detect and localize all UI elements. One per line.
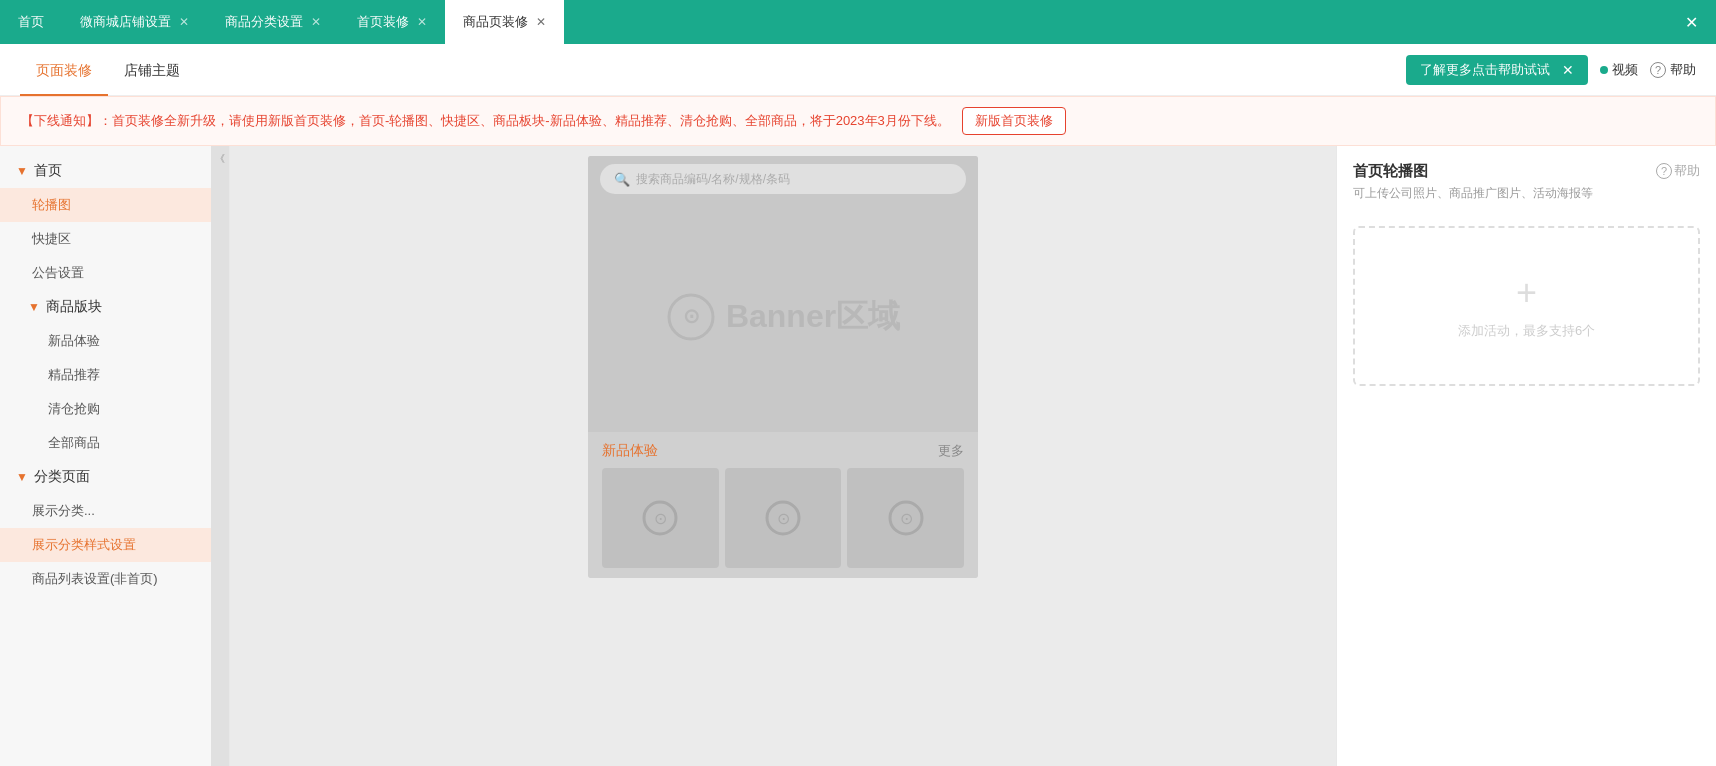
close-product-decor[interactable]: ✕ [536,15,546,29]
sidebar-item-featured[interactable]: 精品推荐 [0,358,213,392]
help-question-icon: ? [1656,163,1672,179]
banner-logo: ⊙ Banner区域 [666,292,900,342]
arrow-down-icon: ▼ [16,164,28,178]
help-banner[interactable]: 了解更多点击帮助试试 ✕ [1406,55,1588,85]
right-panel-subtitle: 可上传公司照片、商品推广图片、活动海报等 [1353,185,1593,202]
upload-hint: 添加活动，最多支持6个 [1458,322,1595,340]
phone-product-grid: ⊙ ⊙ ⊙ [602,468,964,568]
phone-product-item-3: ⊙ [847,468,964,568]
sidebar-section-home[interactable]: ▼ 首页 [0,154,213,188]
search-icon: 🔍 [614,172,630,187]
sidebar-item-all-products[interactable]: 全部商品 [0,426,213,460]
right-panel-help[interactable]: ? 帮助 [1656,162,1700,180]
tab-product-decor[interactable]: 商品页装修 ✕ [445,0,564,44]
help-link[interactable]: ? 帮助 [1650,61,1696,79]
notice-text: 【下线通知】：首页装修全新升级，请使用新版首页装修，首页-轮播图、快捷区、商品板… [21,112,950,130]
arrow-down-icon-3: ▼ [16,470,28,484]
tab-home[interactable]: 首页 [0,0,62,44]
sidebar-section-product-block[interactable]: ▼ 商品版块 [0,290,213,324]
sidebar-item-banner[interactable]: 轮播图 [0,188,213,222]
main-layout: ▼ 首页 轮播图 快捷区 公告设置 ▼ 商品版块 新品体验 精品推荐 [0,146,1716,766]
right-panel-title: 首页轮播图 [1353,162,1593,181]
phone-search-bar: 🔍 搜索商品编码/名称/规格/条码 [588,156,978,202]
banner-icon: ⊙ [666,292,716,342]
phone-section-header: 新品体验 更多 [602,442,964,460]
sidebar-item-product-list-settings[interactable]: 商品列表设置(非首页) [0,562,213,596]
notice-bar: 【下线通知】：首页装修全新升级，请使用新版首页装修，首页-轮播图、快捷区、商品板… [0,96,1716,146]
sidebar-item-clearance[interactable]: 清仓抢购 [0,392,213,426]
right-panel: 首页轮播图 可上传公司照片、商品推广图片、活动海报等 ? 帮助 + 添加活动，最… [1336,146,1716,766]
sidebar-collapse-button[interactable]: 《 [211,146,229,766]
phone-section-more: 更多 [938,442,964,460]
phone-product-section: 新品体验 更多 ⊙ ⊙ ⊙ [588,432,978,578]
phone-section-title: 新品体验 [602,442,658,460]
left-sidebar: ▼ 首页 轮播图 快捷区 公告设置 ▼ 商品版块 新品体验 精品推荐 [0,146,230,766]
sidebar-item-category-style[interactable]: 展示分类样式设置 [0,528,213,562]
sidebar-item-notice[interactable]: 公告设置 [0,256,213,290]
banner-text: Banner区域 [726,295,900,339]
collapse-icon: 《 [215,152,225,166]
question-icon: ? [1650,62,1666,78]
phone-search-input[interactable]: 🔍 搜索商品编码/名称/规格/条码 [600,164,966,194]
close-store-settings[interactable]: ✕ [179,15,189,29]
phone-frame: 🔍 搜索商品编码/名称/规格/条码 ⊙ Banner区域 [588,156,978,578]
svg-text:⊙: ⊙ [777,510,790,527]
svg-text:⊙: ⊙ [899,510,912,527]
top-nav: 首页 微商城店铺设置 ✕ 商品分类设置 ✕ 首页装修 ✕ 商品页装修 ✕ ✕ [0,0,1716,44]
sidebar-item-show-category[interactable]: 展示分类... [0,494,213,528]
help-banner-text: 了解更多点击帮助试试 [1420,61,1550,79]
tab-store-theme[interactable]: 店铺主题 [108,44,196,96]
sidebar-item-shortcut[interactable]: 快捷区 [0,222,213,256]
center-preview: 🔍 搜索商品编码/名称/规格/条码 ⊙ Banner区域 [230,146,1336,766]
global-close-button[interactable]: ✕ [1667,13,1716,32]
tab-category-settings[interactable]: 商品分类设置 ✕ [207,0,339,44]
close-home-decor[interactable]: ✕ [417,15,427,29]
arrow-down-icon-2: ▼ [28,300,40,314]
video-link[interactable]: 视频 [1600,61,1638,79]
tab-store-settings[interactable]: 微商城店铺设置 ✕ [62,0,207,44]
tab-home-decor[interactable]: 首页装修 ✕ [339,0,445,44]
video-dot-icon [1600,66,1608,74]
phone-product-item-2: ⊙ [725,468,842,568]
plus-icon: + [1516,272,1537,314]
svg-text:⊙: ⊙ [654,510,667,527]
close-category-settings[interactable]: ✕ [311,15,321,29]
svg-text:⊙: ⊙ [682,305,699,327]
sub-header-right: 了解更多点击帮助试试 ✕ 视频 ? 帮助 [1406,55,1696,85]
sub-header: 页面装修 店铺主题 了解更多点击帮助试试 ✕ 视频 ? 帮助 [0,44,1716,96]
tab-page-decor[interactable]: 页面装修 [20,44,108,96]
sidebar-section-category[interactable]: ▼ 分类页面 [0,460,213,494]
upload-area[interactable]: + 添加活动，最多支持6个 [1353,226,1700,386]
sidebar-item-new-experience[interactable]: 新品体验 [0,324,213,358]
new-version-button[interactable]: 新版首页装修 [962,107,1066,135]
phone-banner[interactable]: ⊙ Banner区域 [588,202,978,432]
help-banner-close[interactable]: ✕ [1562,62,1574,78]
phone-product-item-1: ⊙ [602,468,719,568]
